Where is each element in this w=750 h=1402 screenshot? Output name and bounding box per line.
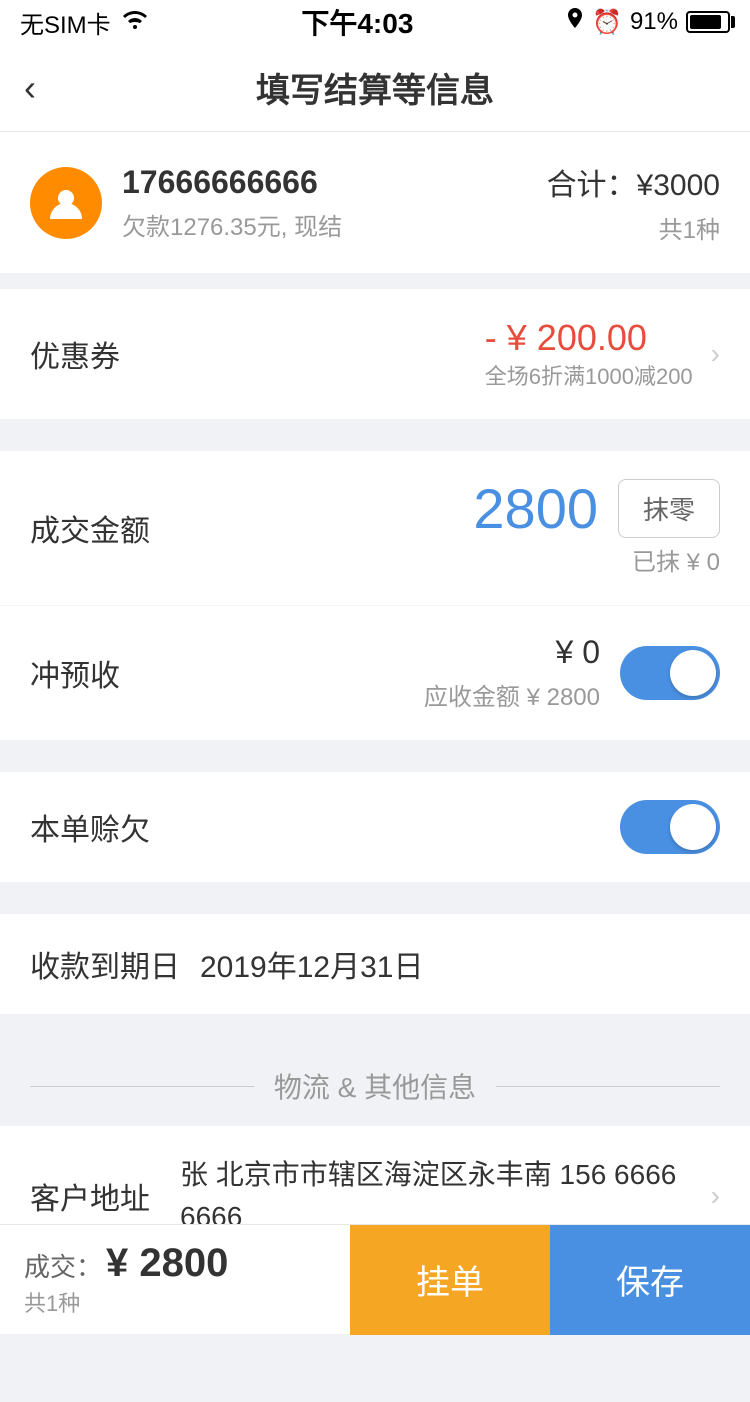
debt-section: 本单赊欠 — [0, 772, 750, 882]
section-divider-4 — [0, 1030, 750, 1046]
customer-card: 17666666666 欠款1276.35元, 现结 合计：¥3000 共1种 — [0, 132, 750, 273]
debt-toggle-knob — [670, 804, 716, 850]
section-divider-3 — [0, 898, 750, 914]
avatar — [30, 167, 102, 239]
customer-info: 17666666666 欠款1276.35元, 现结 — [122, 164, 342, 242]
bottom-count: 共1种 — [24, 1286, 326, 1318]
nav-bar: ‹ 填写结算等信息 — [0, 44, 750, 132]
due-date-value: 2019年12月31日 — [200, 942, 423, 986]
back-button[interactable]: ‹ — [24, 67, 36, 109]
deal-amount-label: 成交金额 — [30, 506, 150, 550]
coupon-label: 优惠券 — [30, 332, 120, 376]
customer-right: 合计：¥3000 共1种 — [547, 160, 720, 245]
address-chevron-icon: › — [711, 1180, 720, 1212]
prepayment-amount: ¥ 0 — [556, 634, 600, 671]
deal-amount-value-wrap: 2800 抹零 — [473, 479, 720, 538]
logistics-label: 物流 & 其他信息 — [274, 1066, 476, 1106]
due-date-row: 收款到期日 2019年12月31日 — [0, 914, 750, 1014]
logistics-line-right — [496, 1086, 720, 1087]
logistics-divider: 物流 & 其他信息 — [0, 1046, 750, 1126]
status-left: 无SIM卡 — [20, 5, 149, 40]
section-divider-1 — [0, 435, 750, 451]
address-label: 客户地址 — [30, 1174, 150, 1218]
status-right: ⏰ 91% — [566, 8, 730, 37]
deal-amount-row: 成交金额 2800 抹零 已抹 ¥ 0 — [0, 451, 750, 606]
coupon-row[interactable]: 优惠券 - ¥ 200.00 全场6折满1000减200 › — [0, 289, 750, 419]
toggle-knob — [670, 650, 716, 696]
debt-toggle[interactable] — [620, 800, 720, 854]
total-count: 共1种 — [547, 210, 720, 245]
coupon-desc: 全场6折满1000减200 — [485, 359, 693, 391]
wifi-icon — [121, 8, 149, 36]
bottom-summary: 成交： ¥ 2800 共1种 — [0, 1241, 350, 1318]
bottom-bar: 成交： ¥ 2800 共1种 挂单 保存 — [0, 1224, 750, 1334]
coupon-discount: - ¥ 200.00 — [485, 317, 693, 359]
debt-row: 本单赊欠 — [0, 772, 750, 882]
deal-amount-section: 成交金额 2800 抹零 已抹 ¥ 0 冲预收 ¥ 0 应收金额 ¥ 2800 — [0, 451, 750, 740]
carrier-text: 无SIM卡 — [20, 5, 111, 40]
prepayment-desc: 应收金额 ¥ 2800 — [424, 677, 600, 712]
debt-label: 本单赊欠 — [30, 805, 150, 849]
content: 17666666666 欠款1276.35元, 现结 合计：¥3000 共1种 … — [0, 132, 750, 1402]
prepayment-right: ¥ 0 应收金额 ¥ 2800 — [424, 634, 600, 712]
bottom-deal-amount: ¥ 2800 — [106, 1241, 228, 1286]
status-time: 下午4:03 — [301, 2, 413, 42]
customer-debt: 欠款1276.35元, 现结 — [122, 207, 342, 242]
deal-amount-sub: 已抹 ¥ 0 — [473, 542, 720, 577]
round-button[interactable]: 抹零 — [618, 479, 720, 538]
due-date-label: 收款到期日 — [30, 942, 180, 986]
save-button[interactable]: 保存 — [550, 1225, 750, 1335]
section-divider-2 — [0, 756, 750, 772]
page-title: 填写结算等信息 — [256, 63, 494, 112]
battery-text: 91% — [630, 8, 678, 36]
location-icon — [566, 8, 584, 37]
bottom-deal-label: 成交： — [24, 1247, 102, 1284]
coupon-right: - ¥ 200.00 全场6折满1000减200 › — [485, 317, 720, 391]
prepayment-label: 冲预收 — [30, 651, 120, 695]
battery-icon — [686, 11, 730, 33]
customer-left: 17666666666 欠款1276.35元, 现结 — [30, 164, 342, 242]
total-amount: 合计：¥3000 — [547, 160, 720, 204]
hang-button[interactable]: 挂单 — [350, 1225, 550, 1335]
alarm-icon: ⏰ — [592, 8, 622, 37]
status-bar: 无SIM卡 下午4:03 ⏰ 91% — [0, 0, 750, 44]
prepayment-row: 冲预收 ¥ 0 应收金额 ¥ 2800 — [0, 606, 750, 740]
logistics-line-left — [30, 1086, 254, 1087]
deal-amount-value: 2800 — [473, 481, 598, 537]
customer-phone: 17666666666 — [122, 164, 342, 201]
prepayment-toggle[interactable] — [620, 646, 720, 700]
chevron-right-icon: › — [711, 338, 720, 370]
